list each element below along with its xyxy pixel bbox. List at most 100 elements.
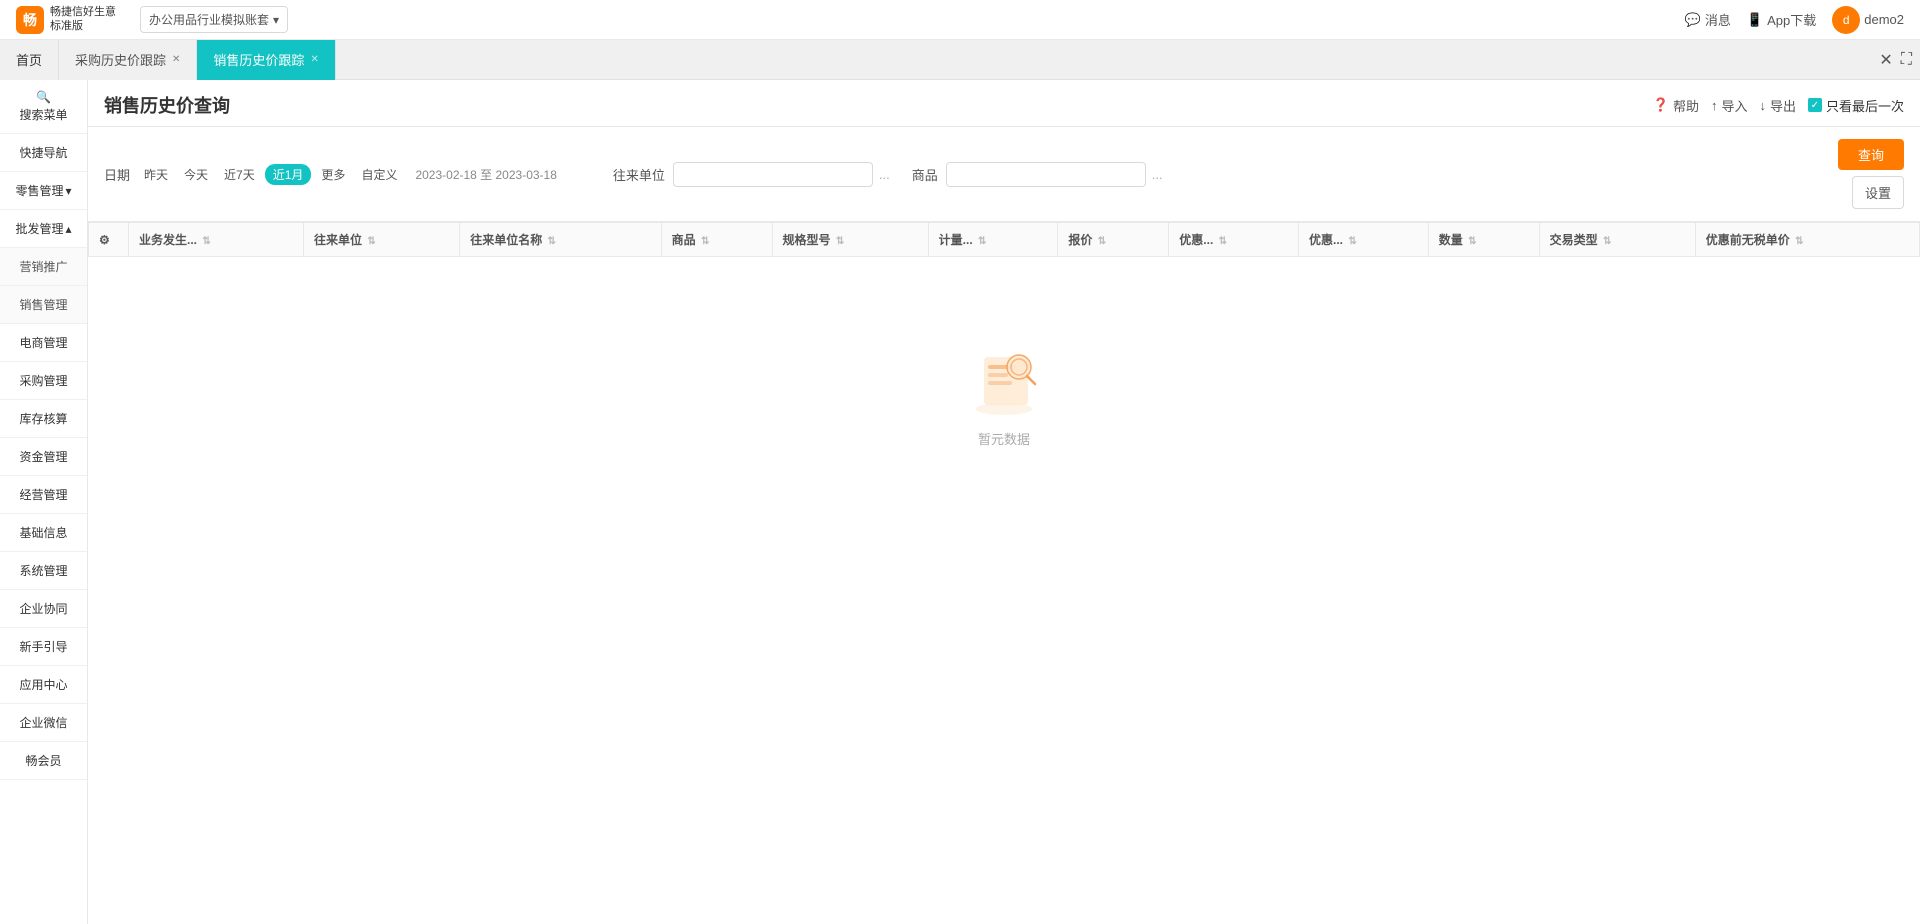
- close-tab-sales-history-icon[interactable]: ✕: [310, 54, 318, 65]
- help-label: 帮助: [1673, 96, 1699, 115]
- th-partner-code[interactable]: 往来单位 ⇅: [304, 223, 460, 257]
- tab-sales-history[interactable]: 销售历史价跟踪 ✕: [197, 40, 335, 80]
- th-trans-type[interactable]: 交易类型 ⇅: [1539, 223, 1695, 257]
- tabbar-actions: ✕ ⛶: [1879, 50, 1920, 70]
- empty-state: 暂元数据: [88, 257, 1920, 528]
- product-input-ellipsis[interactable]: ...: [1146, 163, 1169, 186]
- sidebar-item-marketing[interactable]: 营销推广: [0, 248, 87, 286]
- partner-filter-group: 往来单位 ...: [613, 162, 896, 187]
- th-settings[interactable]: ⚙: [89, 223, 129, 257]
- username-label: demo2: [1864, 12, 1904, 27]
- user-action[interactable]: d demo2: [1832, 6, 1904, 34]
- fullscreen-button[interactable]: ⛶: [1901, 51, 1912, 69]
- query-button[interactable]: 查询: [1838, 139, 1904, 170]
- th-spec[interactable]: 规格型号 ⇅: [772, 223, 928, 257]
- sidebar-item-ecommerce-mgmt-label: 电商管理: [19, 334, 67, 351]
- sidebar-item-quick-nav[interactable]: 快捷导航: [0, 134, 87, 172]
- import-icon: ↑: [1711, 98, 1718, 113]
- th-unit[interactable]: 计量... ⇅: [928, 223, 1058, 257]
- tab-home[interactable]: 首页: [0, 40, 59, 80]
- settings-button[interactable]: 设置: [1852, 176, 1904, 209]
- tabbar: 首页 采购历史价跟踪 ✕ 销售历史价跟踪 ✕ ✕ ⛶: [0, 40, 1920, 80]
- sidebar-item-system-mgmt-label: 系统管理: [19, 562, 67, 579]
- sidebar-item-enterprise-collab[interactable]: 企业协同: [0, 590, 87, 628]
- app-download-action[interactable]: 📱 App下载: [1747, 10, 1816, 29]
- close-tab-purchase-history-icon[interactable]: ✕: [172, 54, 180, 65]
- sidebar: 🔍 搜索菜单 快捷导航 零售管理 ▾ 批发管理 ▴ 营销推广 销售管理 电商管理…: [0, 80, 88, 924]
- sidebar-item-search-menu-label: 搜索菜单: [19, 106, 67, 123]
- sidebar-item-inventory[interactable]: 库存核算: [0, 400, 87, 438]
- sort-icon: ⇅: [1098, 236, 1106, 247]
- show-last-only-label: 只看最后一次: [1826, 96, 1904, 115]
- sidebar-item-ecommerce-mgmt[interactable]: 电商管理: [0, 324, 87, 362]
- th-quoted-price[interactable]: 报价 ⇅: [1058, 223, 1169, 257]
- chevron-down-icon: ▾: [273, 13, 279, 27]
- search-icon: 🔍: [36, 90, 51, 104]
- sidebar-item-retail-mgmt[interactable]: 零售管理 ▾: [0, 172, 87, 210]
- sidebar-item-enterprise-wechat[interactable]: 企业微信: [0, 704, 87, 742]
- export-button[interactable]: ↓ 导出: [1759, 96, 1796, 115]
- date-filter-group: 日期 昨天 今天 近7天 近1月 更多 自定义 2023-02-18 至 202…: [104, 164, 557, 185]
- sidebar-item-search-menu[interactable]: 🔍 搜索菜单: [0, 80, 87, 134]
- th-partner-name[interactable]: 往来单位名称 ⇅: [460, 223, 661, 257]
- workspace-selector[interactable]: 办公用品行业模拟账套 ▾: [140, 6, 288, 33]
- sidebar-item-basic-info-label: 基础信息: [19, 524, 67, 541]
- date-opt-last7days[interactable]: 近7天: [218, 164, 261, 185]
- avatar: d: [1832, 6, 1860, 34]
- page-title: 销售历史价查询: [104, 92, 230, 118]
- sidebar-item-operations-mgmt-label: 经营管理: [19, 486, 67, 503]
- th-quantity[interactable]: 数量 ⇅: [1428, 223, 1539, 257]
- chevron-down-icon: ▾: [65, 184, 71, 198]
- th-product[interactable]: 商品 ⇅: [661, 223, 772, 257]
- sidebar-item-basic-info[interactable]: 基础信息: [0, 514, 87, 552]
- empty-text: 暂元数据: [978, 429, 1030, 448]
- date-options: 昨天 今天 近7天 近1月 更多 自定义: [138, 164, 403, 185]
- message-action[interactable]: 💬 消息: [1685, 10, 1731, 29]
- sort-icon: ⇅: [836, 236, 844, 247]
- sidebar-item-finance-mgmt-label: 资金管理: [19, 448, 67, 465]
- sidebar-item-new-guide[interactable]: 新手引导: [0, 628, 87, 666]
- tab-purchase-history[interactable]: 采购历史价跟踪 ✕: [59, 40, 197, 80]
- sidebar-item-wholesale-mgmt[interactable]: 批发管理 ▴: [0, 210, 87, 248]
- th-discount2[interactable]: 优惠... ⇅: [1299, 223, 1429, 257]
- sidebar-item-quick-nav-label: 快捷导航: [19, 144, 67, 161]
- th-pre-tax-price[interactable]: 优惠前无税单价 ⇅: [1695, 223, 1919, 257]
- sidebar-item-purchase-mgmt[interactable]: 采购管理: [0, 362, 87, 400]
- date-opt-yesterday[interactable]: 昨天: [138, 164, 174, 185]
- import-label: 导入: [1721, 96, 1747, 115]
- sidebar-item-system-mgmt[interactable]: 系统管理: [0, 552, 87, 590]
- product-input[interactable]: [946, 162, 1146, 187]
- sidebar-item-member-label: 畅会员: [25, 752, 61, 769]
- data-table: ⚙ 业务发生... ⇅ 往来单位 ⇅ 往来单位名称 ⇅: [88, 222, 1920, 257]
- th-biz-date[interactable]: 业务发生... ⇅: [129, 223, 304, 257]
- sort-icon: ⇅: [367, 236, 375, 247]
- sidebar-item-new-guide-label: 新手引导: [19, 638, 67, 655]
- date-opt-custom[interactable]: 自定义: [355, 164, 403, 185]
- th-discount1[interactable]: 优惠... ⇅: [1169, 223, 1299, 257]
- logo-area: 畅 畅捷信好生意 标准版: [16, 6, 116, 34]
- sidebar-item-member[interactable]: 畅会员: [0, 742, 87, 780]
- partner-input-ellipsis[interactable]: ...: [873, 163, 896, 186]
- help-button[interactable]: ❓ 帮助: [1653, 96, 1699, 115]
- sidebar-item-app-center[interactable]: 应用中心: [0, 666, 87, 704]
- date-opt-last1month[interactable]: 近1月: [265, 164, 312, 185]
- message-label: 消息: [1705, 10, 1731, 29]
- show-last-only-checkbox[interactable]: ✓: [1808, 98, 1822, 112]
- sidebar-item-finance-mgmt[interactable]: 资金管理: [0, 438, 87, 476]
- date-opt-more[interactable]: 更多: [315, 164, 351, 185]
- partner-input[interactable]: [673, 162, 873, 187]
- chevron-up-icon: ▴: [65, 222, 71, 236]
- date-filter-label: 日期: [104, 165, 130, 184]
- sort-icon: ⇅: [1219, 236, 1227, 247]
- content-area: 销售历史价查询 ❓ 帮助 ↑ 导入 ↓ 导出 ✓: [88, 80, 1920, 924]
- sidebar-item-sales-mgmt[interactable]: 销售管理: [0, 286, 87, 324]
- sidebar-item-operations-mgmt[interactable]: 经营管理: [0, 476, 87, 514]
- sort-icon: ⇅: [1468, 236, 1476, 247]
- partner-input-group: ...: [673, 162, 896, 187]
- table-area: ⚙ 业务发生... ⇅ 往来单位 ⇅ 往来单位名称 ⇅: [88, 222, 1920, 924]
- date-opt-today[interactable]: 今天: [178, 164, 214, 185]
- close-tab-button[interactable]: ✕: [1879, 50, 1892, 70]
- import-button[interactable]: ↑ 导入: [1711, 96, 1748, 115]
- message-icon: 💬: [1685, 12, 1701, 28]
- show-last-only-group[interactable]: ✓ 只看最后一次: [1808, 96, 1904, 115]
